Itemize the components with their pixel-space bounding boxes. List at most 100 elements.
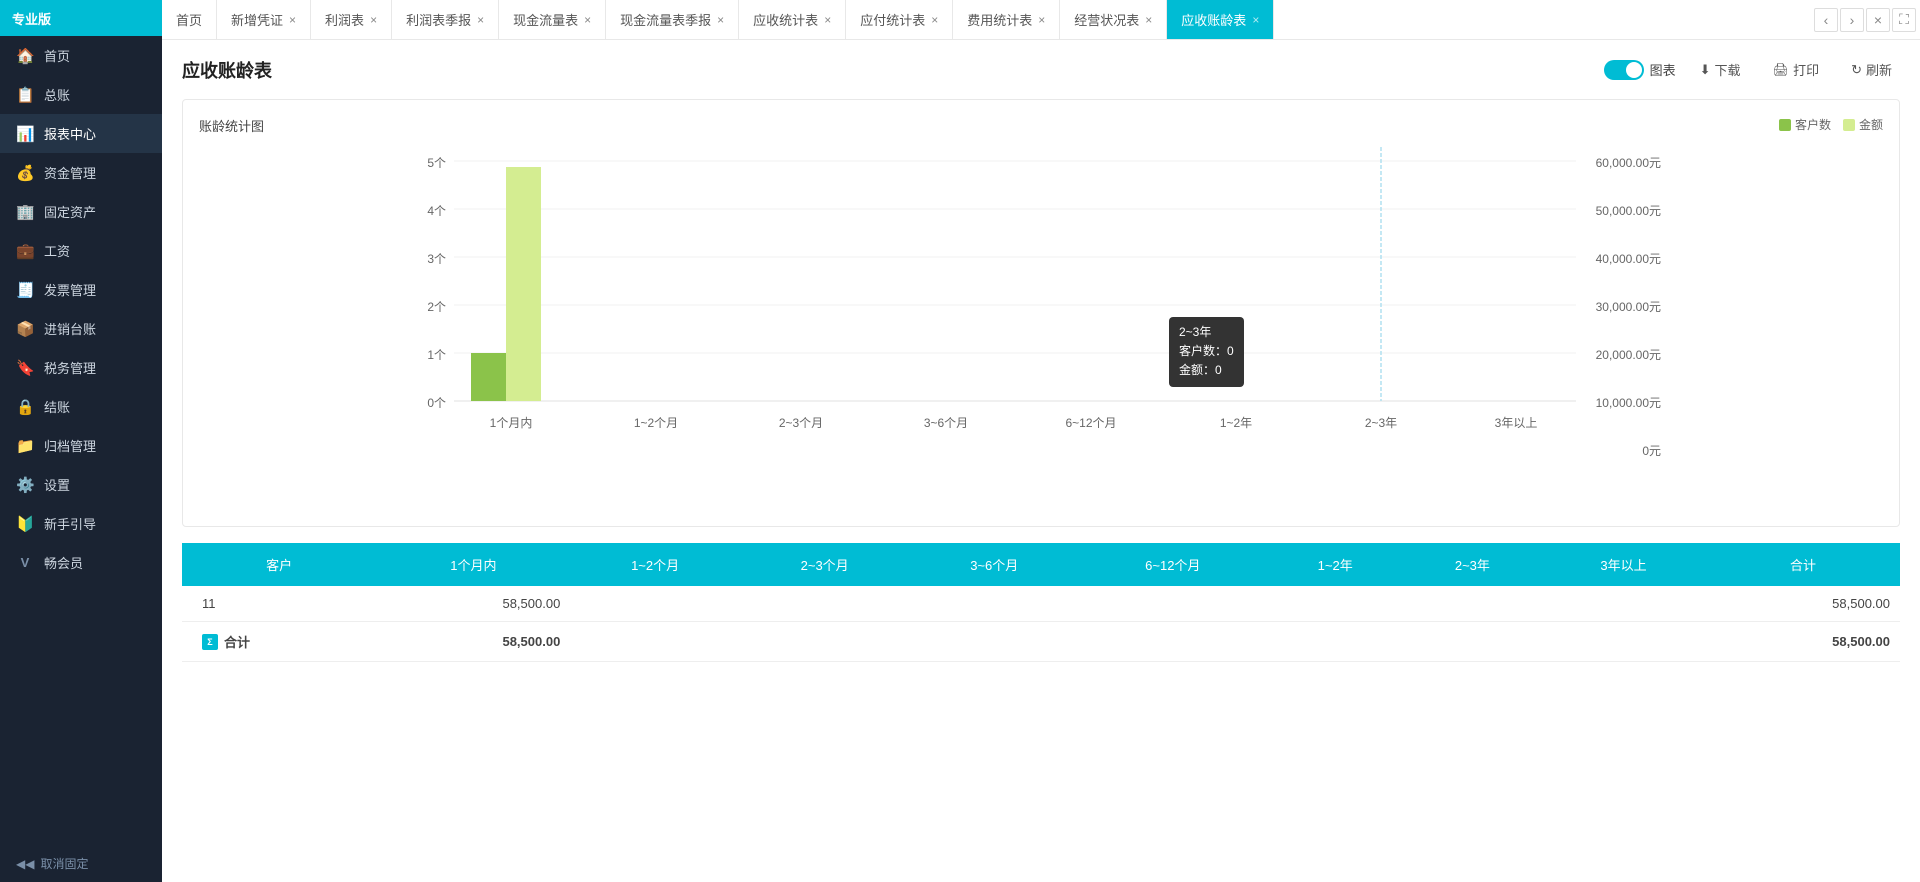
svg-text:2个: 2个: [427, 300, 446, 314]
sidebar-item-guide[interactable]: 🔰 新手引导: [0, 504, 162, 543]
col-header-1-2month: 1~2个月: [570, 543, 740, 586]
legend-customers-label: 客户数: [1795, 116, 1831, 133]
print-btn[interactable]: 🖨 打印: [1765, 56, 1828, 83]
sidebar-item-close-accounts[interactable]: 🔒 结账: [0, 387, 162, 426]
svg-text:3年以上: 3年以上: [1495, 416, 1538, 430]
tab-prev-btn[interactable]: ‹: [1814, 8, 1838, 32]
cell-2-3year: [1404, 586, 1541, 622]
sidebar-label-tax: 税务管理: [44, 358, 96, 377]
sidebar-item-salary[interactable]: 💼 工资: [0, 231, 162, 270]
report-icon: 📊: [16, 125, 34, 143]
cell-customer: 11: [182, 586, 376, 622]
page-title-bar: 应收账龄表 图表 ⬇ 下载 🖨 打印 ↻ 刷新: [182, 56, 1900, 83]
legend-amount-label: 金额: [1859, 116, 1883, 133]
col-header-2-3year: 2~3年: [1404, 543, 1541, 586]
asset-icon: 🏢: [16, 203, 34, 221]
sidebar-item-invoice[interactable]: 🧾 发票管理: [0, 270, 162, 309]
col-header-total: 合计: [1706, 543, 1900, 586]
toggle-knob[interactable]: [1604, 60, 1644, 80]
ledger-icon: 📋: [16, 86, 34, 104]
sidebar-label-salary: 工资: [44, 241, 70, 260]
tab-cashflow-quarter-label: 现金流量表季报: [620, 10, 711, 29]
refresh-btn[interactable]: ↻ 刷新: [1843, 56, 1900, 83]
sidebar-item-asset[interactable]: 🏢 固定资产: [0, 192, 162, 231]
tab-voucher-label: 新增凭证: [231, 10, 283, 29]
tab-operation[interactable]: 经营状况表 ×: [1060, 0, 1167, 39]
chart-container: 账龄统计图 客户数 金额 5个 4个 3个 2个 1个: [182, 99, 1900, 527]
tab-profit-quarter-label: 利润表季报: [406, 10, 471, 29]
sidebar-label-guide: 新手引导: [44, 514, 96, 533]
tab-profit-quarter[interactable]: 利润表季报 ×: [392, 0, 499, 39]
tab-close-btn[interactable]: ×: [1866, 8, 1890, 32]
unpin-sidebar-btn[interactable]: ◀◀ 取消固定: [0, 845, 162, 882]
page-title: 应收账龄表: [182, 57, 272, 83]
tab-receivable-stat-close[interactable]: ×: [824, 13, 831, 27]
sidebar-item-home[interactable]: 🏠 首页: [0, 36, 162, 75]
tax-icon: 🔖: [16, 359, 34, 377]
col-header-2-3month: 2~3个月: [740, 543, 910, 586]
download-btn[interactable]: ⬇ 下载: [1692, 56, 1749, 83]
sidebar-label-close-accounts: 结账: [44, 397, 70, 416]
download-icon: ⬇: [1700, 62, 1711, 78]
svg-text:6~12个月: 6~12个月: [1065, 416, 1116, 430]
svg-text:0元: 0元: [1642, 444, 1661, 458]
sidebar-item-ledger[interactable]: 📋 总账: [0, 75, 162, 114]
tab-home[interactable]: 首页: [162, 0, 217, 39]
sidebar-item-report[interactable]: 📊 报表中心: [0, 114, 162, 153]
archive-icon: 📁: [16, 437, 34, 455]
svg-text:30,000.00元: 30,000.00元: [1596, 300, 1661, 314]
tab-profit-quarter-close[interactable]: ×: [477, 13, 484, 27]
sidebar-item-sales[interactable]: 📦 进销台账: [0, 309, 162, 348]
sidebar-label-fund: 资金管理: [44, 163, 96, 182]
tab-expand-btn[interactable]: ⛶: [1892, 8, 1916, 32]
svg-text:1个月内: 1个月内: [490, 416, 533, 430]
cell-2-3month: [740, 586, 910, 622]
col-header-1-2year: 1~2年: [1267, 543, 1404, 586]
tab-nav-buttons: ‹ › × ⛶: [1810, 8, 1920, 32]
page-content: 应收账龄表 图表 ⬇ 下载 🖨 打印 ↻ 刷新: [162, 40, 1920, 882]
app-logo: 专业版: [0, 0, 162, 36]
tab-profit-close[interactable]: ×: [370, 13, 377, 27]
tab-expense-stat[interactable]: 费用统计表 ×: [953, 0, 1060, 39]
tab-cashflow-close[interactable]: ×: [584, 13, 591, 27]
tab-cashflow[interactable]: 现金流量表 ×: [499, 0, 606, 39]
tab-aging[interactable]: 应收账龄表 ×: [1167, 0, 1274, 39]
close-accounts-icon: 🔒: [16, 398, 34, 416]
tab-receivable-stat[interactable]: 应收统计表 ×: [739, 0, 846, 39]
tab-next-btn[interactable]: ›: [1840, 8, 1864, 32]
sidebar-label-archive: 归档管理: [44, 436, 96, 455]
tab-cashflow-quarter-close[interactable]: ×: [717, 13, 724, 27]
svg-text:1个: 1个: [427, 348, 446, 362]
total-icon: Σ: [202, 634, 218, 650]
tab-payable-stat[interactable]: 应付统计表 ×: [846, 0, 953, 39]
chart-toggle[interactable]: 图表: [1604, 60, 1676, 80]
sidebar-item-member[interactable]: V 畅会员: [0, 543, 162, 582]
guide-icon: 🔰: [16, 515, 34, 533]
print-label: 打印: [1793, 60, 1819, 79]
bar-customers-1: [471, 353, 506, 401]
sidebar-item-settings[interactable]: ⚙️ 设置: [0, 465, 162, 504]
col-header-6-12month: 6~12个月: [1079, 543, 1267, 586]
tab-cashflow-quarter[interactable]: 现金流量表季报 ×: [606, 0, 739, 39]
sidebar-item-fund[interactable]: 💰 资金管理: [0, 153, 162, 192]
tab-voucher-close[interactable]: ×: [289, 13, 296, 27]
total-1-2month: [570, 622, 740, 662]
tab-payable-stat-label: 应付统计表: [860, 10, 925, 29]
chart-legend: 客户数 金额: [1779, 116, 1883, 133]
invoice-icon: 🧾: [16, 281, 34, 299]
tab-profit[interactable]: 利润表 ×: [311, 0, 392, 39]
fund-icon: 💰: [16, 164, 34, 182]
total-1-2year: [1267, 622, 1404, 662]
sidebar-item-archive[interactable]: 📁 归档管理: [0, 426, 162, 465]
chart-title: 账龄统计图: [199, 116, 1883, 135]
legend-customers-dot: [1779, 119, 1791, 131]
tab-expense-stat-close[interactable]: ×: [1038, 13, 1045, 27]
svg-text:5个: 5个: [427, 156, 446, 170]
tab-voucher[interactable]: 新增凭证 ×: [217, 0, 311, 39]
tab-payable-stat-close[interactable]: ×: [931, 13, 938, 27]
tab-expense-stat-label: 费用统计表: [967, 10, 1032, 29]
tab-list: 首页 新增凭证 × 利润表 × 利润表季报 × 现金流量表 × 现金流量表季报 …: [162, 0, 1810, 39]
sidebar-item-tax[interactable]: 🔖 税务管理: [0, 348, 162, 387]
tab-operation-close[interactable]: ×: [1145, 13, 1152, 27]
tab-aging-close[interactable]: ×: [1252, 13, 1259, 27]
